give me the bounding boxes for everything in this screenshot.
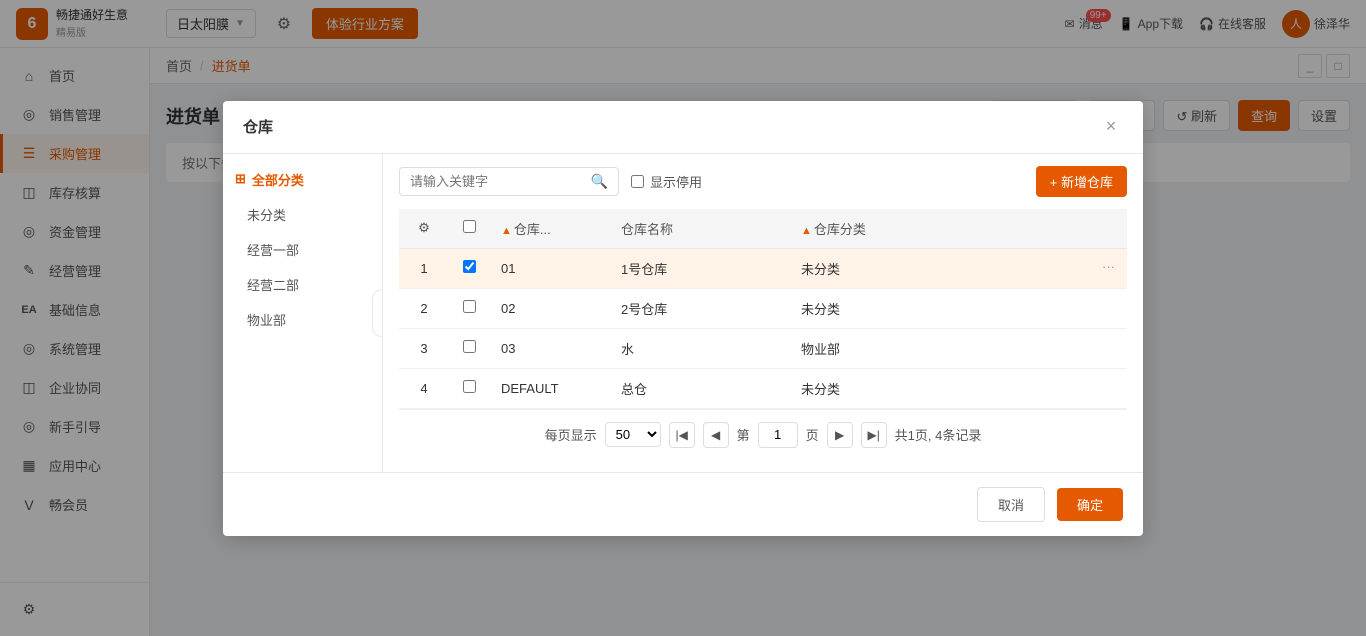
select-all-checkbox[interactable] <box>463 220 476 233</box>
category-collapse-btn[interactable]: 《 <box>372 289 383 337</box>
row-code: 03 <box>489 328 609 368</box>
row-code: 01 <box>489 248 609 288</box>
row-checkbox[interactable] <box>463 380 476 393</box>
row-checkbox-cell[interactable] <box>449 328 489 368</box>
next-page-btn[interactable]: ▶ <box>827 422 853 448</box>
page-number-input[interactable] <box>758 422 798 448</box>
per-page-label: 每页显示 <box>545 425 597 444</box>
col-category-header: ▲仓库分类 <box>789 209 1127 249</box>
row-checkbox[interactable] <box>463 260 476 273</box>
category-sidebar: ⊞ 全部分类 《 未分类 经营一部 经营二部 物业部 <box>223 154 383 472</box>
col-checkbox-header <box>449 209 489 249</box>
row-index: 4 <box>399 368 449 408</box>
table-settings-icon[interactable]: ⚙ <box>418 220 430 235</box>
last-page-btn[interactable]: ▶| <box>861 422 887 448</box>
row-checkbox-cell[interactable] <box>449 248 489 288</box>
modal-title: 仓库 <box>243 116 273 137</box>
page-size-select[interactable]: 50 20 100 <box>605 422 661 447</box>
new-warehouse-button[interactable]: + 新增仓库 <box>1036 166 1127 197</box>
cancel-button[interactable]: 取消 <box>977 487 1045 522</box>
modal-header: 仓库 × <box>223 101 1143 154</box>
col-settings-icon: ⚙ <box>399 209 449 249</box>
modal-close-button[interactable]: × <box>1099 115 1123 139</box>
row-index: 2 <box>399 288 449 328</box>
table-area: 🔍 显示停用 + 新增仓库 ⚙ <box>383 154 1143 472</box>
show-disabled-checkbox[interactable] <box>631 175 644 188</box>
table-header-row: ⚙ ▲仓库... 仓库名称 ▲仓库分类 <box>399 209 1127 249</box>
col-code-header: ▲仓库... <box>489 209 609 249</box>
sort-icon-code: ▲ <box>501 225 512 237</box>
page-total-info: 共1页, 4条记录 <box>895 425 982 444</box>
table-row[interactable]: 3 03 水 物业部 <box>399 328 1127 368</box>
row-checkbox[interactable] <box>463 300 476 313</box>
row-category: 物业部 <box>789 328 1127 368</box>
prev-page-btn[interactable]: ◀ <box>703 422 729 448</box>
category-item-property[interactable]: 物业部 <box>223 302 382 337</box>
row-category: 未分类 <box>789 288 1127 328</box>
table-row[interactable]: 1 01 1号仓库 未分类 ··· <box>399 248 1127 288</box>
category-item-unclassified[interactable]: 未分类 <box>223 197 382 232</box>
row-name: 2号仓库 <box>609 288 789 328</box>
row-name: 水 <box>609 328 789 368</box>
search-icon: 🔍 <box>591 173 608 190</box>
chevron-left-icon: 《 <box>377 305 383 320</box>
page-label: 第 <box>737 425 750 444</box>
row-category: 未分类 <box>789 368 1127 408</box>
row-checkbox-cell[interactable] <box>449 368 489 408</box>
category-item-ops1[interactable]: 经营一部 <box>223 232 382 267</box>
row-code: 02 <box>489 288 609 328</box>
warehouse-table: ⚙ ▲仓库... 仓库名称 ▲仓库分类 <box>399 209 1127 409</box>
row-name: 1号仓库 <box>609 248 789 288</box>
category-item-ops2[interactable]: 经营二部 <box>223 267 382 302</box>
category-header-label: 全部分类 <box>252 170 304 189</box>
row-code: DEFAULT <box>489 368 609 408</box>
warehouse-data-table: ⚙ ▲仓库... 仓库名称 ▲仓库分类 <box>399 209 1127 409</box>
warehouse-modal: 仓库 × ⊞ 全部分类 《 未分类 经营一部 经营二部 物业部 <box>223 101 1143 536</box>
show-disabled-label[interactable]: 显示停用 <box>631 172 702 191</box>
modal-footer: 取消 确定 <box>223 472 1143 536</box>
category-header[interactable]: ⊞ 全部分类 <box>223 162 382 197</box>
row-name: 总仓 <box>609 368 789 408</box>
modal-body: ⊞ 全部分类 《 未分类 经营一部 经营二部 物业部 🔍 <box>223 154 1143 472</box>
table-row[interactable]: 4 DEFAULT 总仓 未分类 <box>399 368 1127 408</box>
row-checkbox[interactable] <box>463 340 476 353</box>
row-category: 未分类 ··· <box>789 248 1127 288</box>
search-input[interactable] <box>410 174 591 189</box>
table-row[interactable]: 2 02 2号仓库 未分类 <box>399 288 1127 328</box>
row-checkbox-cell[interactable] <box>449 288 489 328</box>
row-index: 3 <box>399 328 449 368</box>
sort-icon-cat: ▲ <box>801 225 812 237</box>
page-unit: 页 <box>806 425 819 444</box>
row-actions-icon[interactable]: ··· <box>1102 259 1115 274</box>
row-index: 1 <box>399 248 449 288</box>
table-toolbar: 🔍 显示停用 + 新增仓库 <box>399 166 1127 197</box>
confirm-button[interactable]: 确定 <box>1057 488 1123 521</box>
category-grid-icon: ⊞ <box>235 171 246 187</box>
show-disabled-text: 显示停用 <box>650 172 702 191</box>
col-name-header: 仓库名称 <box>609 209 789 249</box>
pagination-bar: 每页显示 50 20 100 |◀ ◀ 第 页 ▶ ▶| 共1页, 4条记录 <box>399 409 1127 460</box>
search-box: 🔍 <box>399 167 619 196</box>
first-page-btn[interactable]: |◀ <box>669 422 695 448</box>
modal-overlay: 仓库 × ⊞ 全部分类 《 未分类 经营一部 经营二部 物业部 <box>0 0 1366 636</box>
